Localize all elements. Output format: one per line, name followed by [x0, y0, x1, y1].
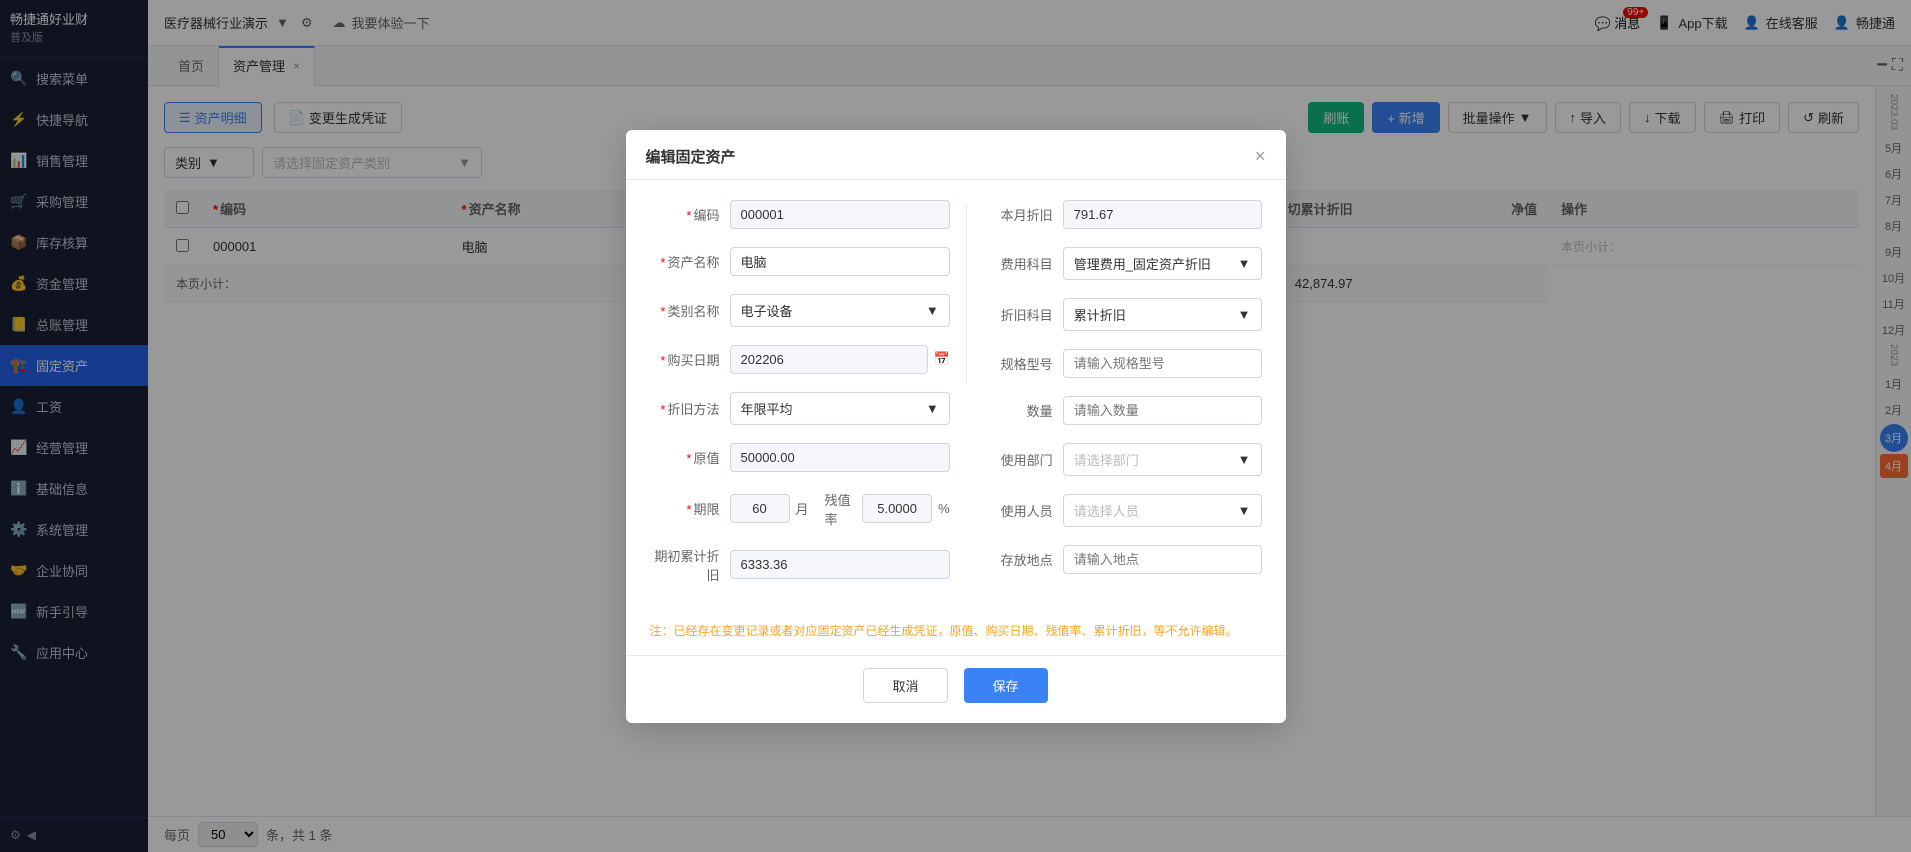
person-label: 使用人员	[983, 501, 1063, 520]
purchase-date-input[interactable]	[730, 345, 928, 374]
initial-depr-input[interactable]	[730, 550, 950, 579]
location-label: 存放地点	[983, 550, 1063, 569]
form-row-code: *编码	[650, 200, 950, 229]
period-unit: 月	[796, 499, 809, 518]
modal-note: 注：已经存在变更记录或者对应固定资产已经生成凭证，原值、购买日期、残值率、累计折…	[626, 622, 1286, 655]
residual-value-input[interactable]	[862, 494, 932, 523]
form-row-category: *类别名称 电子设备 ▼	[650, 294, 950, 327]
depr-method-label: *折旧方法	[650, 399, 730, 418]
category-select[interactable]: 电子设备 ▼	[730, 294, 950, 327]
modal-left-col: *编码 *资产名称 *类别名称	[650, 200, 950, 602]
original-value-input[interactable]	[730, 443, 950, 472]
modal-right-col: 本月折旧 费用科目 管理费用_固定资产折旧 ▼	[983, 200, 1262, 602]
name-input[interactable]	[730, 247, 950, 276]
original-value-label: *原值	[650, 448, 730, 467]
form-row-original-value: *原值	[650, 443, 950, 472]
form-row-name: *资产名称	[650, 247, 950, 276]
depr-subject-select[interactable]: 累计折旧 ▼	[1063, 298, 1262, 331]
modal-body: *编码 *资产名称 *类别名称	[626, 180, 1286, 622]
location-input[interactable]	[1063, 545, 1262, 574]
edit-asset-modal: 编辑固定资产 × *编码 *资产名称	[626, 130, 1286, 723]
depr-subject-label: 折旧科目	[983, 305, 1063, 324]
form-row-person: 使用人员 请选择人员 ▼	[983, 494, 1262, 527]
chevron-down-icon: ▼	[1238, 452, 1251, 467]
form-row-purchase-date: *购买日期 📅	[650, 345, 950, 374]
calendar-icon[interactable]: 📅	[934, 351, 950, 367]
expense-subject-label: 费用科目	[983, 254, 1063, 273]
dept-select[interactable]: 请选择部门 ▼	[1063, 443, 1262, 476]
code-label: *编码	[650, 205, 730, 224]
modal-footer: 取消 保存	[626, 655, 1286, 723]
modal-title: 编辑固定资产	[646, 146, 736, 167]
chevron-down-icon: ▼	[1238, 307, 1251, 322]
modal-divider	[966, 204, 967, 384]
form-row-quantity: 数量	[983, 396, 1262, 425]
quantity-label: 数量	[983, 401, 1063, 420]
purchase-date-label: *购买日期	[650, 350, 730, 369]
spec-label: 规格型号	[983, 354, 1063, 373]
monthly-depr-input[interactable]	[1063, 200, 1262, 229]
modal-close-button[interactable]: ×	[1255, 146, 1266, 167]
modal-overlay: 编辑固定资产 × *编码 *资产名称	[0, 0, 1911, 852]
form-row-depr-subject: 折旧科目 累计折旧 ▼	[983, 298, 1262, 331]
initial-depr-label: 期初累计折旧	[650, 546, 730, 584]
spec-input[interactable]	[1063, 349, 1262, 378]
name-label: *资产名称	[650, 252, 730, 271]
period-input[interactable]	[730, 494, 790, 523]
quantity-input[interactable]	[1063, 396, 1262, 425]
chevron-down-icon: ▼	[926, 303, 939, 318]
form-row-dept: 使用部门 请选择部门 ▼	[983, 443, 1262, 476]
residual-label: 残值率	[825, 490, 857, 528]
category-label: *类别名称	[650, 301, 730, 320]
expense-subject-select[interactable]: 管理费用_固定资产折旧 ▼	[1063, 247, 1262, 280]
depr-method-select[interactable]: 年限平均 ▼	[730, 392, 950, 425]
chevron-down-icon: ▼	[1238, 503, 1251, 518]
cancel-button[interactable]: 取消	[863, 668, 947, 703]
form-row-initial-depr: 期初累计折旧	[650, 546, 950, 584]
form-row-depr-method: *折旧方法 年限平均 ▼	[650, 392, 950, 425]
form-row-location: 存放地点	[983, 545, 1262, 574]
code-input[interactable]	[730, 200, 950, 229]
form-row-period: *期限 月 残值率 %	[650, 490, 950, 528]
form-row-expense-subject: 费用科目 管理费用_固定资产折旧 ▼	[983, 247, 1262, 280]
form-row-spec: 规格型号	[983, 349, 1262, 378]
person-select[interactable]: 请选择人员 ▼	[1063, 494, 1262, 527]
chevron-down-icon: ▼	[1238, 256, 1251, 271]
form-row-monthly-depr: 本月折旧	[983, 200, 1262, 229]
dept-label: 使用部门	[983, 450, 1063, 469]
period-label: *期限	[650, 499, 730, 518]
chevron-down-icon: ▼	[926, 401, 939, 416]
modal-header: 编辑固定资产 ×	[626, 130, 1286, 180]
save-button[interactable]: 保存	[964, 668, 1048, 703]
monthly-depr-label: 本月折旧	[983, 205, 1063, 224]
residual-unit: %	[938, 501, 950, 516]
